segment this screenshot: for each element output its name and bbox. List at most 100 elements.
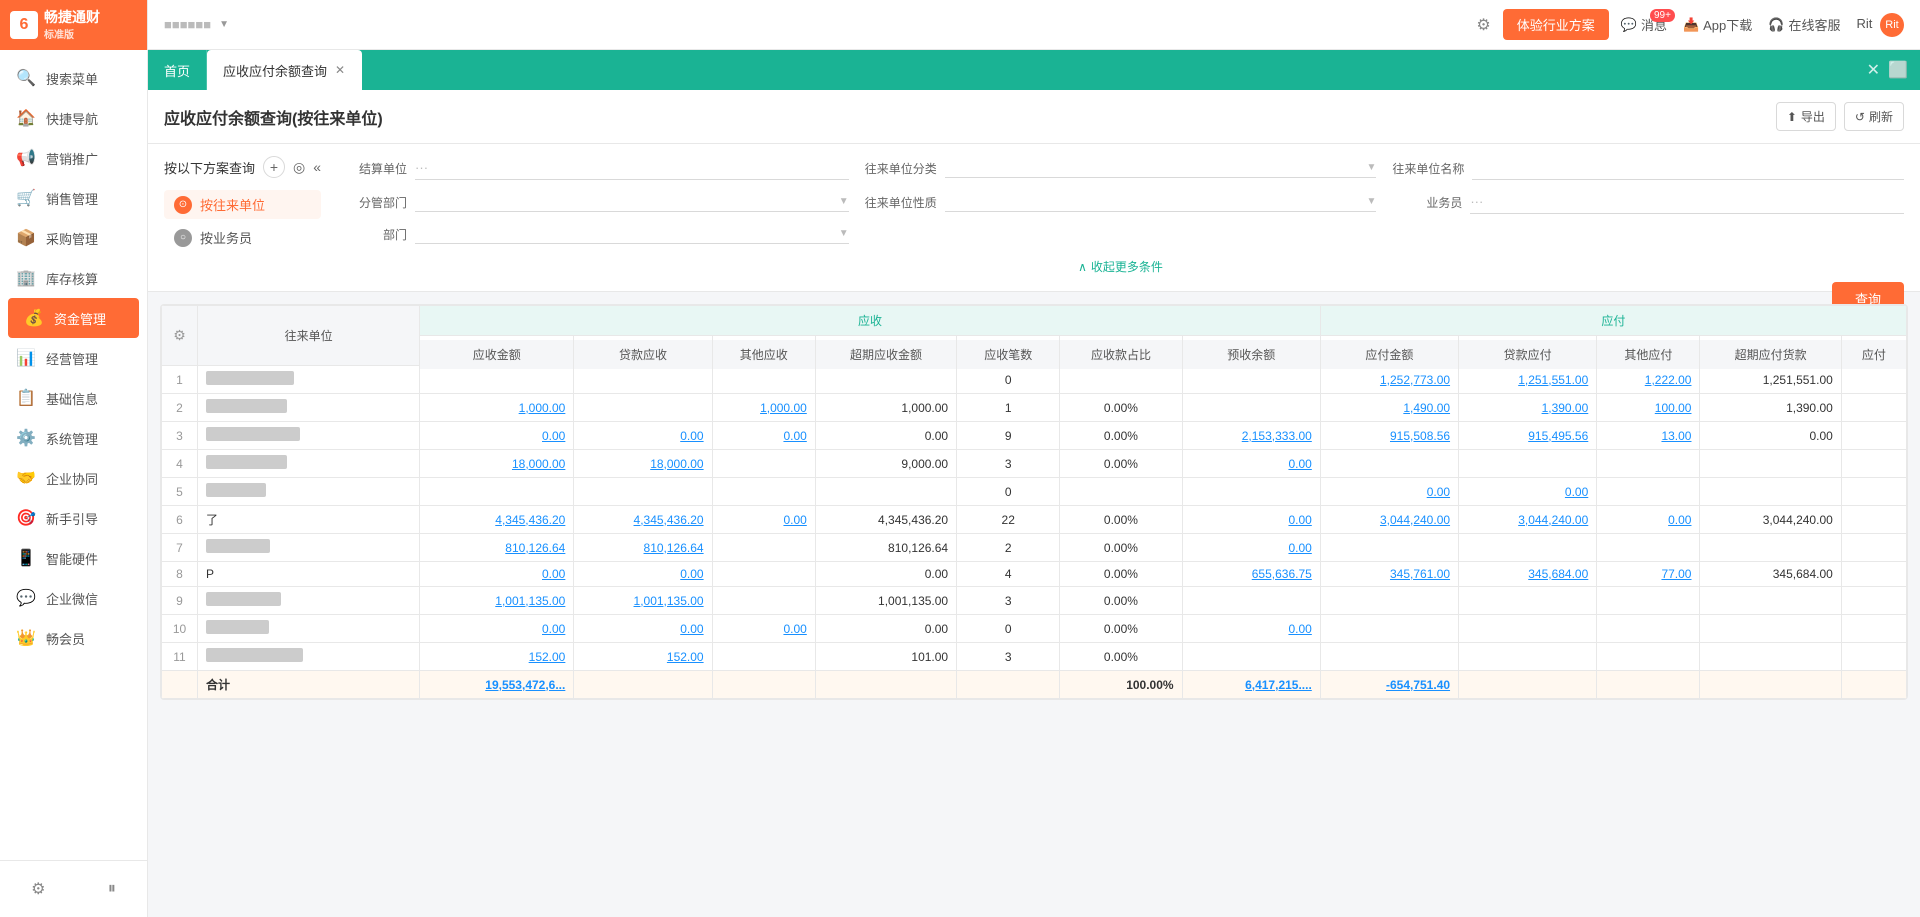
app-download-button[interactable]: 📥 App下载 — [1683, 15, 1752, 34]
table-cell — [1841, 562, 1906, 587]
table-cell[interactable]: 0.00 — [1459, 478, 1597, 506]
header-gear-icon[interactable]: ⚙ — [1476, 15, 1490, 35]
tab-maximize-icon[interactable]: ⬜ — [1888, 60, 1908, 80]
table-cell[interactable]: 18,000.00 — [574, 450, 712, 478]
tab-close-window-icon[interactable]: ✕ — [1867, 60, 1880, 80]
tab-receivable[interactable]: 应收应付余额查询 ✕ — [207, 50, 362, 90]
sidebar-item-inventory[interactable]: 🏢 库存核算 — [0, 258, 147, 298]
table-cell[interactable]: 0.00 — [420, 422, 574, 450]
collapse-more-button[interactable]: ∧ 收起更多条件 — [337, 254, 1904, 279]
sidebar-item-search[interactable]: 🔍 搜索菜单 — [0, 58, 147, 98]
table-cell[interactable]: 1,252,773.00 — [1320, 366, 1458, 394]
filter-add-button[interactable]: + — [263, 156, 285, 178]
table-cell[interactable]: 0.00 — [420, 562, 574, 587]
table-cell[interactable]: 345,761.00 — [1320, 562, 1458, 587]
sidebar-item-operations[interactable]: 📊 经营管理 — [0, 338, 147, 378]
user-menu[interactable]: Rit Rit — [1856, 13, 1904, 37]
table-cell[interactable]: 345,684.00 — [1459, 562, 1597, 587]
collapse-sidebar-icon[interactable]: ⏸ — [100, 872, 124, 906]
table-cell[interactable]: 13.00 — [1597, 422, 1700, 450]
online-service-button[interactable]: 🎧 在线客服 — [1768, 15, 1840, 34]
table-cell[interactable]: 0.00 — [712, 422, 815, 450]
table-cell[interactable]: 1,001,135.00 — [420, 587, 574, 615]
table-cell[interactable]: 77.00 — [1597, 562, 1700, 587]
table-cell — [712, 366, 815, 394]
sidebar-item-guide[interactable]: 🎯 新手引导 — [0, 498, 147, 538]
table-cell[interactable]: 1,251,551.00 — [1459, 366, 1597, 394]
download-label: App下载 — [1703, 15, 1752, 34]
sidebar-label-purchase: 采购管理 — [46, 229, 98, 248]
table-config-icon[interactable]: ⚙ — [173, 327, 186, 343]
table-cell[interactable]: 0.00 — [1182, 615, 1320, 643]
table-cell[interactable]: 655,636.75 — [1182, 562, 1320, 587]
table-cell[interactable]: 0.00 — [574, 422, 712, 450]
footer-yingshou[interactable]: 19,553,472,6... — [420, 671, 574, 699]
table-cell[interactable]: 810,126.64 — [420, 534, 574, 562]
table-cell[interactable]: 18,000.00 — [420, 450, 574, 478]
sidebar-item-marketing[interactable]: 📢 营销推广 — [0, 138, 147, 178]
sidebar-item-sales[interactable]: 🛒 销售管理 — [0, 178, 147, 218]
table-cell[interactable]: 3,044,240.00 — [1320, 506, 1458, 534]
sidebar-item-finance[interactable]: 💰 资金管理 — [8, 298, 139, 338]
table-cell[interactable]: 1,001,135.00 — [574, 587, 712, 615]
wanglai-name-input[interactable] — [1472, 156, 1904, 180]
fen-dept-select[interactable]: ▼ — [415, 192, 849, 212]
table-cell[interactable]: 0.00 — [420, 615, 574, 643]
table-cell[interactable]: 2,153,333.00 — [1182, 422, 1320, 450]
sidebar-item-member[interactable]: 👑 畅会员 — [0, 618, 147, 658]
settings-bottom-icon[interactable]: ⚙ — [23, 871, 53, 907]
filter-collapse-icon[interactable]: « — [313, 159, 321, 175]
table-cell[interactable]: 1,222.00 — [1597, 366, 1700, 394]
salesman-label: 业务员 — [1392, 194, 1462, 211]
table-cell[interactable]: 0.00 — [712, 615, 815, 643]
table-cell[interactable]: 0.00 — [1182, 506, 1320, 534]
table-cell[interactable]: 152.00 — [574, 643, 712, 671]
footer-yingfu[interactable]: -654,751.40 — [1320, 671, 1458, 699]
salesman-input[interactable]: ··· — [1470, 190, 1904, 214]
footer-yushou[interactable]: 6,417,215.... — [1182, 671, 1320, 699]
filter-nav-by-party[interactable]: ⊙ 按往来单位 — [164, 190, 321, 219]
filter-schema-icon[interactable]: ◎ — [293, 159, 305, 176]
sidebar-item-wechat[interactable]: 💬 企业微信 — [0, 578, 147, 618]
dept-select[interactable]: ▼ — [415, 224, 849, 244]
salesman-dots: ··· — [1470, 194, 1483, 209]
refresh-button[interactable]: ↺ 刷新 — [1844, 102, 1904, 131]
sidebar-item-quicknav[interactable]: 🏠 快捷导航 — [0, 98, 147, 138]
sidebar-item-basicinfo[interactable]: 📋 基础信息 — [0, 378, 147, 418]
table-cell[interactable]: 0.00 — [1320, 478, 1458, 506]
table-cell[interactable]: 0.00 — [574, 562, 712, 587]
table-cell[interactable]: 1,390.00 — [1459, 394, 1597, 422]
table-cell — [1700, 478, 1841, 506]
export-button[interactable]: ⬆ 导出 — [1776, 102, 1836, 131]
tab-close-icon[interactable]: ✕ — [335, 63, 345, 77]
table-cell[interactable]: 152.00 — [420, 643, 574, 671]
table-cell[interactable]: 1,000.00 — [420, 394, 574, 422]
sidebar-label-sysadmin: 系统管理 — [46, 429, 98, 448]
table-cell[interactable]: 1,000.00 — [712, 394, 815, 422]
table-cell[interactable]: 0.00 — [1182, 450, 1320, 478]
table-cell[interactable]: 4,345,436.20 — [420, 506, 574, 534]
sidebar-item-hardware[interactable]: 📱 智能硬件 — [0, 538, 147, 578]
wanglai-nature-select[interactable]: ▼ — [945, 192, 1377, 212]
filter-nav-by-salesman[interactable]: ○ 按业务员 — [164, 223, 321, 252]
table-cell[interactable]: 810,126.64 — [574, 534, 712, 562]
table-cell[interactable]: 3,044,240.00 — [1459, 506, 1597, 534]
promo-button[interactable]: 体验行业方案 — [1503, 9, 1609, 40]
table-cell[interactable]: 915,495.56 — [1459, 422, 1597, 450]
tab-home[interactable]: 首页 — [148, 50, 207, 90]
table-cell[interactable]: 4,345,436.20 — [574, 506, 712, 534]
table-cell[interactable]: 0.00 — [1182, 534, 1320, 562]
sidebar-item-sysadmin[interactable]: ⚙️ 系统管理 — [0, 418, 147, 458]
table-cell[interactable]: 0.00 — [1597, 506, 1700, 534]
table-cell[interactable]: 915,508.56 — [1320, 422, 1458, 450]
header-dropdown-icon[interactable]: ▼ — [219, 19, 229, 30]
message-button[interactable]: 💬 消息 99+ — [1621, 15, 1667, 34]
wanglai-type-select[interactable]: ▼ — [945, 158, 1377, 178]
table-cell[interactable]: 1,490.00 — [1320, 394, 1458, 422]
sidebar-item-purchase[interactable]: 📦 采购管理 — [0, 218, 147, 258]
sidebar-item-enterprise[interactable]: 🤝 企业协同 — [0, 458, 147, 498]
table-cell[interactable]: 0.00 — [712, 506, 815, 534]
table-cell[interactable]: 0.00 — [574, 615, 712, 643]
jiesuan-unit-input[interactable]: ··· — [415, 156, 849, 180]
table-cell[interactable]: 100.00 — [1597, 394, 1700, 422]
